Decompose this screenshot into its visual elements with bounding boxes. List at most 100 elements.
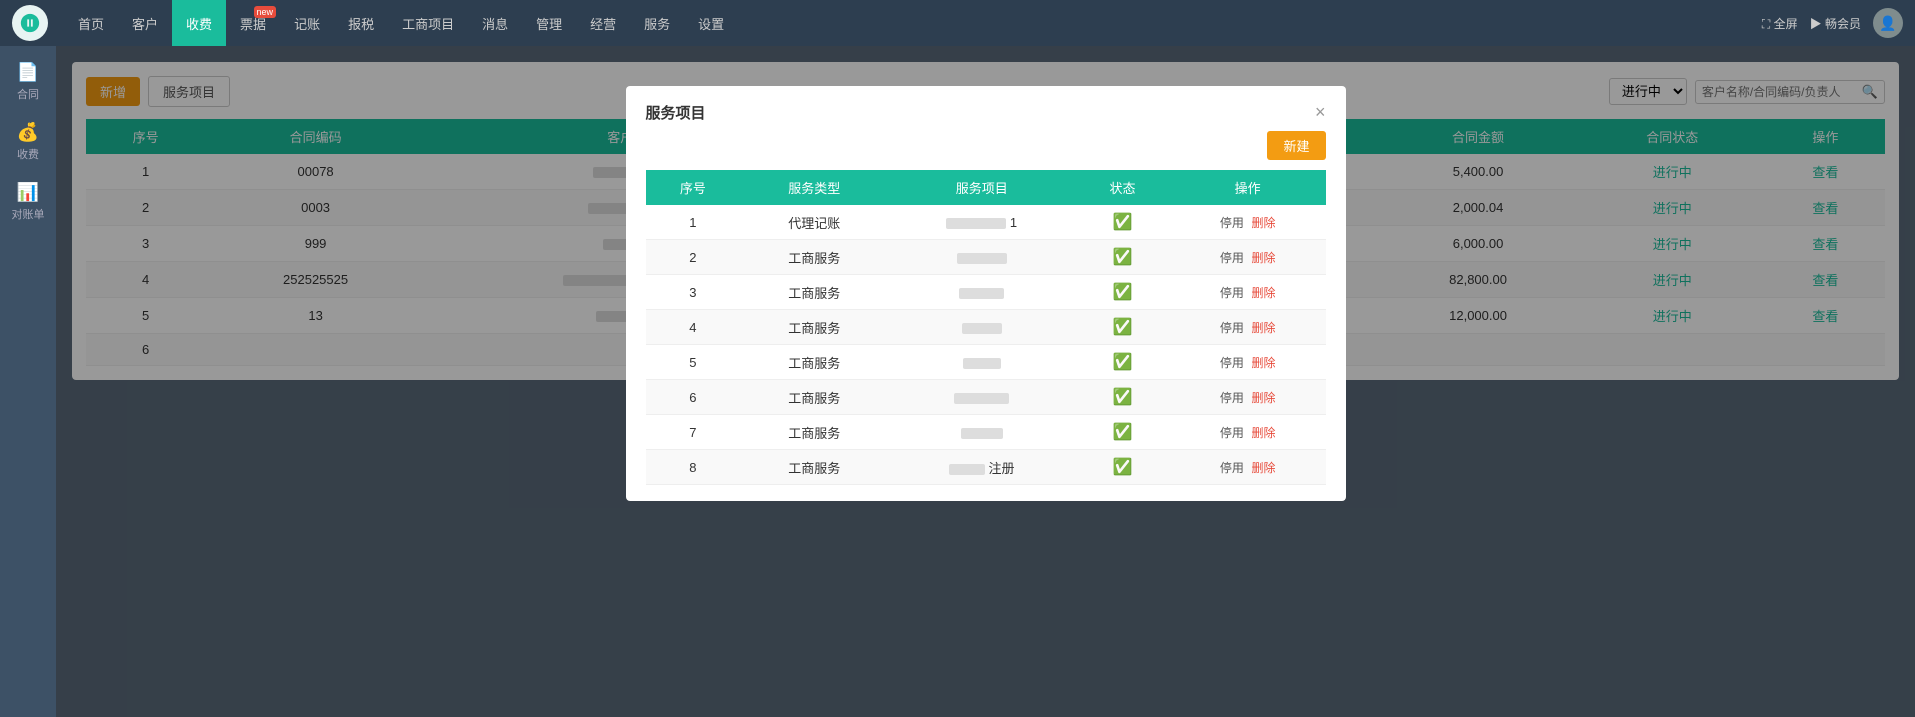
- stop-button[interactable]: 停用: [1220, 356, 1244, 370]
- modal-cell-actions: 停用 删除: [1170, 240, 1326, 275]
- delete-button[interactable]: 删除: [1251, 321, 1275, 335]
- modal-header: 服务项目 ×: [626, 86, 1346, 131]
- modal-cell-actions: 停用 删除: [1170, 380, 1326, 415]
- modal-scroll-area[interactable]: 序号 服务类型 服务项目 状态 操作 1 代理记账: [646, 170, 1326, 485]
- modal-cell-status: ✅: [1075, 380, 1170, 415]
- vip-button[interactable]: ▶ 畅会员: [1810, 15, 1861, 32]
- top-navigation: 首页 客户 收费 票据 new 记账 报税 工商项目 消息 管理 经营 服务 设…: [0, 0, 1915, 46]
- modal-col-item: 服务项目: [888, 170, 1075, 205]
- modal-cell-seq: 3: [646, 275, 741, 310]
- modal-cell-status: ✅: [1075, 450, 1170, 485]
- nav-manage[interactable]: 管理: [522, 0, 576, 46]
- fullscreen-button[interactable]: ⛶ 全屏: [1762, 15, 1798, 32]
- modal-cell-status: ✅: [1075, 310, 1170, 345]
- modal-cell-type: 工商服务: [740, 380, 888, 415]
- delete-button[interactable]: 删除: [1251, 251, 1275, 265]
- modal-cell-type: 工商服务: [740, 345, 888, 380]
- modal-cell-actions: 停用 删除: [1170, 415, 1326, 450]
- delete-button[interactable]: 删除: [1251, 216, 1275, 230]
- sidebar: 📄 合同 💰 收费 📊 对账单: [0, 46, 56, 717]
- stop-button[interactable]: 停用: [1220, 216, 1244, 230]
- modal-new-button[interactable]: 新建: [1267, 131, 1325, 160]
- reconcile-icon: 📊: [17, 182, 39, 203]
- modal-title: 服务项目: [646, 102, 706, 123]
- nav-operation[interactable]: 经营: [576, 0, 630, 46]
- modal-body: 新建 序号 服务类型 服务项目 状态 操作: [626, 131, 1346, 501]
- modal-cell-item: [888, 275, 1075, 310]
- modal-col-status: 状态: [1075, 170, 1170, 205]
- modal-cell-item: 注册: [888, 450, 1075, 485]
- delete-button[interactable]: 删除: [1251, 461, 1275, 475]
- modal-cell-actions: 停用 删除: [1170, 310, 1326, 345]
- nav-client[interactable]: 客户: [118, 0, 172, 46]
- modal-cell-item: [888, 415, 1075, 450]
- modal-col-seq: 序号: [646, 170, 741, 205]
- modal-table-row: 2 工商服务 ✅ 停用 删除: [646, 240, 1326, 275]
- nav-service[interactable]: 服务: [630, 0, 684, 46]
- modal-cell-item: 1: [888, 205, 1075, 240]
- delete-button[interactable]: 删除: [1251, 426, 1275, 440]
- stop-button[interactable]: 停用: [1220, 461, 1244, 475]
- modal-toolbar: 新建: [646, 131, 1326, 160]
- stop-button[interactable]: 停用: [1220, 391, 1244, 405]
- modal-cell-status: ✅: [1075, 415, 1170, 450]
- main-layout: 📄 合同 💰 收费 📊 对账单 新增 服务项目 进行中 已完成 已取消: [0, 46, 1915, 717]
- modal-cell-type: 工商服务: [740, 415, 888, 450]
- modal-table-row: 7 工商服务 ✅ 停用 删除: [646, 415, 1326, 450]
- nav-message[interactable]: 消息: [468, 0, 522, 46]
- sidebar-item-label-reconcile: 对账单: [12, 206, 45, 222]
- nav-right-area: ⛶ 全屏 ▶ 畅会员 👤: [1762, 8, 1903, 38]
- modal-cell-type: 工商服务: [740, 275, 888, 310]
- sidebar-item-label-fee: 收费: [17, 146, 39, 162]
- contract-icon: 📄: [17, 62, 39, 83]
- modal-cell-seq: 1: [646, 205, 741, 240]
- stop-button[interactable]: 停用: [1220, 286, 1244, 300]
- modal-cell-item: [888, 380, 1075, 415]
- modal-cell-actions: 停用 删除: [1170, 345, 1326, 380]
- modal-cell-seq: 6: [646, 380, 741, 415]
- sidebar-item-reconcile[interactable]: 📊 对账单: [3, 174, 53, 230]
- nav-tax[interactable]: 报税: [334, 0, 388, 46]
- modal-cell-actions: 停用 删除: [1170, 205, 1326, 240]
- delete-button[interactable]: 删除: [1251, 286, 1275, 300]
- stop-button[interactable]: 停用: [1220, 426, 1244, 440]
- sidebar-item-contract[interactable]: 📄 合同: [3, 54, 53, 110]
- modal-cell-status: ✅: [1075, 205, 1170, 240]
- nav-home[interactable]: 首页: [64, 0, 118, 46]
- user-avatar[interactable]: 👤: [1873, 8, 1903, 38]
- modal-cell-type: 工商服务: [740, 240, 888, 275]
- app-logo: [12, 5, 48, 41]
- sidebar-item-fee[interactable]: 💰 收费: [3, 114, 53, 170]
- delete-button[interactable]: 删除: [1251, 391, 1275, 405]
- nav-invoice[interactable]: 票据 new: [226, 0, 280, 46]
- sidebar-item-label-contract: 合同: [17, 86, 39, 102]
- modal-table-row: 3 工商服务 ✅ 停用 删除: [646, 275, 1326, 310]
- delete-button[interactable]: 删除: [1251, 356, 1275, 370]
- nav-fee[interactable]: 收费: [172, 0, 226, 46]
- modal-cell-status: ✅: [1075, 240, 1170, 275]
- stop-button[interactable]: 停用: [1220, 251, 1244, 265]
- stop-button[interactable]: 停用: [1220, 321, 1244, 335]
- modal-cell-seq: 7: [646, 415, 741, 450]
- modal-overlay: 服务项目 × 新建 序号 服务类型 服务项目: [56, 46, 1915, 717]
- modal-cell-actions: 停用 删除: [1170, 275, 1326, 310]
- modal-close-button[interactable]: ×: [1315, 102, 1326, 123]
- nav-bookkeeping[interactable]: 记账: [280, 0, 334, 46]
- modal-table-row: 4 工商服务 ✅ 停用 删除: [646, 310, 1326, 345]
- modal-cell-seq: 5: [646, 345, 741, 380]
- modal-col-action: 操作: [1170, 170, 1326, 205]
- modal-cell-item: [888, 240, 1075, 275]
- service-items-table: 序号 服务类型 服务项目 状态 操作 1 代理记账: [646, 170, 1326, 485]
- modal-cell-status: ✅: [1075, 275, 1170, 310]
- modal-cell-seq: 2: [646, 240, 741, 275]
- nav-settings[interactable]: 设置: [684, 0, 738, 46]
- modal-cell-seq: 4: [646, 310, 741, 345]
- modal-table-row: 8 工商服务 注册 ✅ 停用 删除: [646, 450, 1326, 485]
- modal-table-row: 1 代理记账 1 ✅ 停用 删除: [646, 205, 1326, 240]
- nav-business[interactable]: 工商项目: [388, 0, 468, 46]
- new-badge: new: [254, 6, 277, 18]
- main-content: 新增 服务项目 进行中 已完成 已取消 🔍: [56, 46, 1915, 717]
- modal-cell-status: ✅: [1075, 345, 1170, 380]
- service-items-modal: 服务项目 × 新建 序号 服务类型 服务项目: [626, 86, 1346, 501]
- modal-cell-type: 代理记账: [740, 205, 888, 240]
